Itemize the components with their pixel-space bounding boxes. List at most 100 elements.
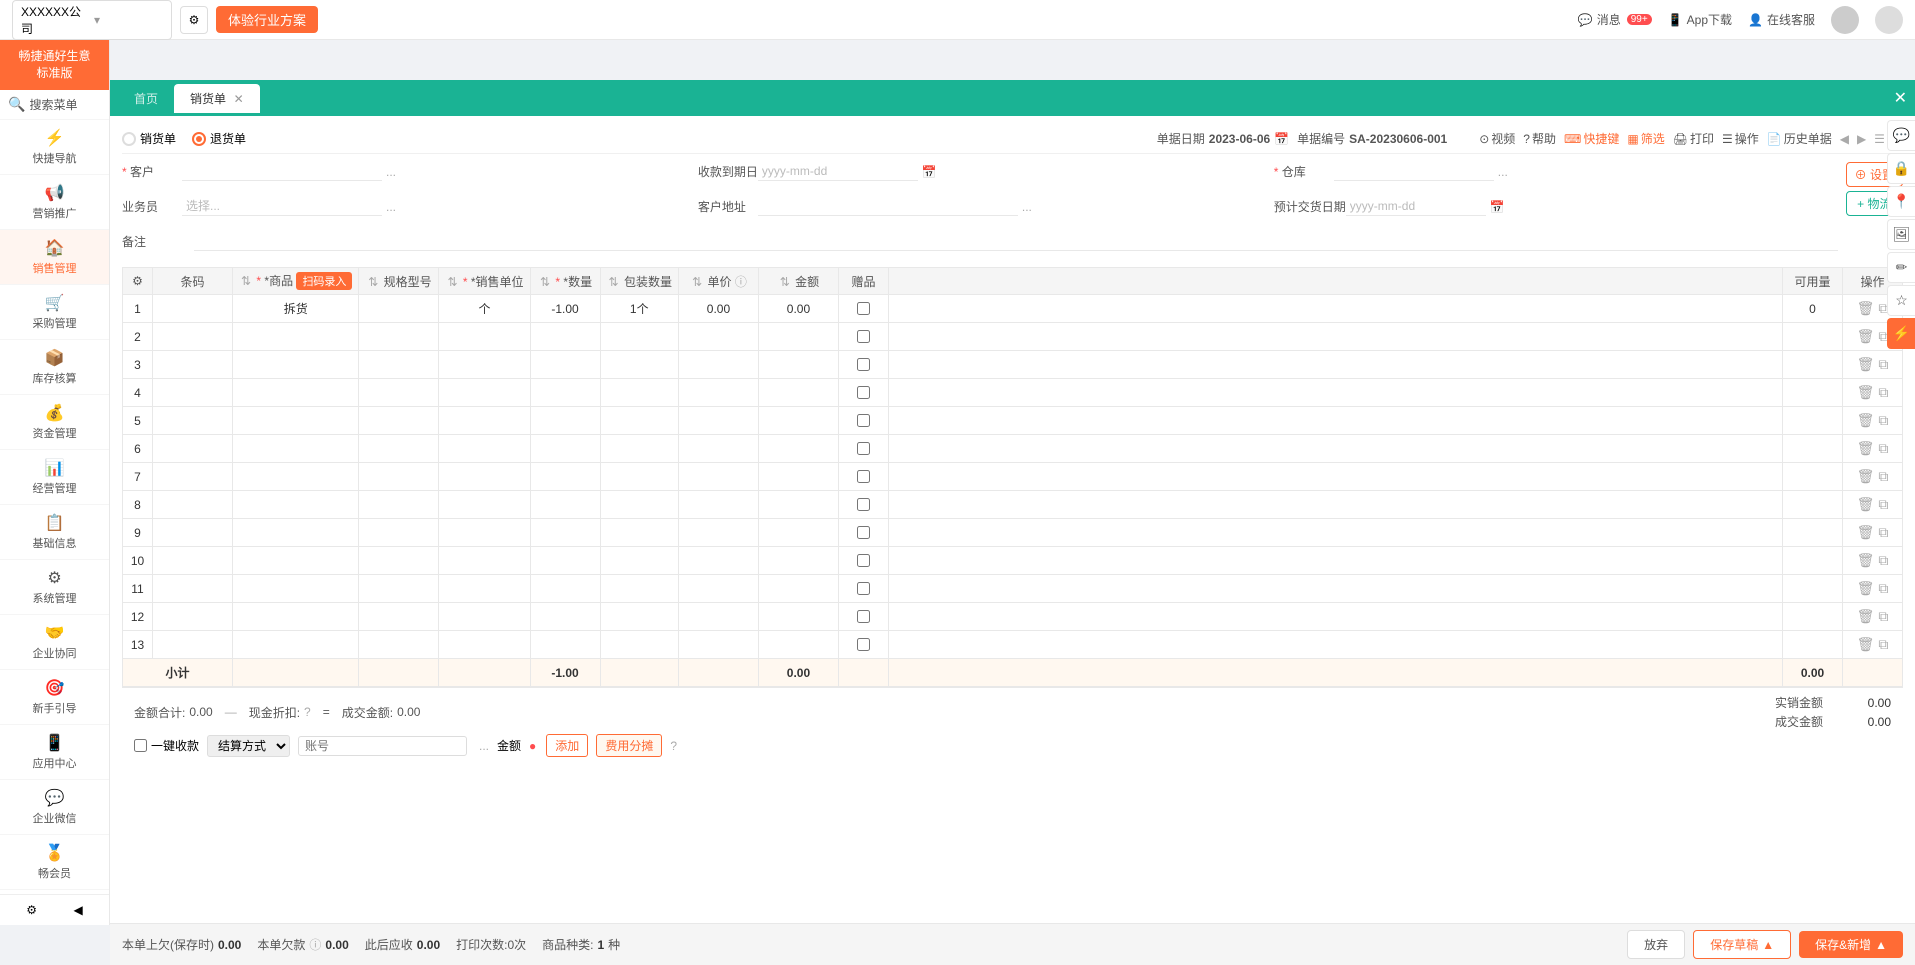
customer-input[interactable] xyxy=(182,162,382,181)
delete-icon[interactable]: 🗑 xyxy=(1857,300,1875,317)
sidebar-item-basic[interactable]: 📋 基础信息 xyxy=(0,505,109,560)
amount-sort-icon[interactable]: ⇅ xyxy=(780,275,790,289)
save-new-button[interactable]: 保存&新增 ▲ xyxy=(1799,931,1903,958)
sidebar-item-sales[interactable]: 🏠 销售管理 xyxy=(0,230,109,285)
delete-icon[interactable]: 🗑 xyxy=(1857,328,1875,345)
warehouse-input[interactable]: 建材仓 xyxy=(1334,162,1494,181)
fee-split-button[interactable]: 费用分摊 xyxy=(596,734,662,757)
question-icon[interactable]: ? xyxy=(304,705,311,719)
one-click-payment-input[interactable] xyxy=(134,739,147,752)
copy-icon[interactable]: ⧉ xyxy=(1878,608,1888,625)
nav-prev-icon[interactable]: ◀ xyxy=(1840,132,1849,146)
sidebar-collapse-icon[interactable]: ◀ xyxy=(74,903,83,917)
scan-button[interactable]: 扫码录入 xyxy=(296,272,352,290)
delete-icon[interactable]: 🗑 xyxy=(1857,412,1875,429)
sidebar-item-inventory[interactable]: 📦 库存核算 xyxy=(0,340,109,395)
company-selector[interactable]: XXXXXX公司 ▾ xyxy=(12,0,172,40)
sidebar-item-operation[interactable]: 📊 经营管理 xyxy=(0,450,109,505)
discard-button[interactable]: 放弃 xyxy=(1627,930,1685,959)
view-list-icon[interactable]: ☰ xyxy=(1874,132,1885,146)
spec-sort-icon[interactable]: ⇅ xyxy=(368,275,378,289)
delete-icon[interactable]: 🗑 xyxy=(1857,552,1875,569)
save-draft-arrow-icon[interactable]: ▲ xyxy=(1762,938,1774,952)
app-download-button[interactable]: 📱 App下载 xyxy=(1668,11,1732,28)
one-click-payment-checkbox[interactable]: 一键收款 xyxy=(134,737,199,754)
right-location-btn[interactable]: 📍 xyxy=(1887,186,1915,217)
payment-method-select[interactable]: 结算方式 xyxy=(207,735,290,757)
row-gift[interactable] xyxy=(838,575,888,603)
copy-icon[interactable]: ⧉ xyxy=(1878,636,1888,653)
delete-icon[interactable]: 🗑 xyxy=(1857,524,1875,541)
radio-sales[interactable]: 销货单 xyxy=(122,130,176,147)
row-price[interactable]: 0.00 xyxy=(678,295,758,323)
shortcut-btn[interactable]: ⌨ 快捷键 xyxy=(1564,130,1619,147)
right-chat-btn[interactable]: 💬 xyxy=(1887,120,1915,151)
right-lock-btn[interactable]: 🔒 xyxy=(1887,153,1915,184)
right-image-btn[interactable]: 🖼 xyxy=(1887,219,1915,250)
delete-icon[interactable]: 🗑 xyxy=(1857,468,1875,485)
tab-sales-order[interactable]: 销货单 ✕ xyxy=(174,84,260,113)
avatar[interactable] xyxy=(1831,6,1859,34)
copy-icon[interactable]: ⧉ xyxy=(1878,580,1888,597)
tab-home[interactable]: 首页 xyxy=(118,84,174,113)
delete-icon[interactable]: 🗑 xyxy=(1857,384,1875,401)
row-spec[interactable] xyxy=(359,295,439,323)
video-btn[interactable]: ⊙ 视频 xyxy=(1479,130,1515,147)
nav-next-icon[interactable]: ▶ xyxy=(1857,132,1866,146)
warehouse-dots-icon[interactable]: ... xyxy=(1498,165,1508,179)
account-dots[interactable]: ... xyxy=(479,739,489,753)
copy-icon[interactable]: ⧉ xyxy=(1878,440,1888,457)
row-gift[interactable] xyxy=(838,295,888,323)
calendar-icon[interactable]: 📅 xyxy=(1274,132,1289,146)
sidebar-item-finance[interactable]: 💰 资金管理 xyxy=(0,395,109,450)
copy-icon[interactable]: ⧉ xyxy=(1878,356,1888,373)
save-new-arrow-icon[interactable]: ▲ xyxy=(1875,938,1887,952)
row-product[interactable]: 拆货 xyxy=(233,295,359,323)
sidebar-item-quick-nav[interactable]: ⚡ 快捷导航 xyxy=(0,120,109,175)
sidebar-settings-icon[interactable]: ⚙ xyxy=(26,903,37,917)
settings-icon[interactable]: ⚙ xyxy=(180,6,208,34)
radio-return[interactable]: 退货单 xyxy=(192,130,246,147)
print-btn[interactable]: 🖨 打印 xyxy=(1673,130,1714,147)
help-btn[interactable]: ? 帮助 xyxy=(1523,130,1556,147)
row-gift[interactable] xyxy=(838,323,888,351)
right-edit-btn[interactable]: ✏ xyxy=(1887,252,1915,283)
avatar-2[interactable] xyxy=(1875,6,1903,34)
sidebar-item-apps[interactable]: 📱 应用中心 xyxy=(0,725,109,780)
sidebar-item-system[interactable]: ⚙ 系统管理 xyxy=(0,560,109,615)
row-gift[interactable] xyxy=(838,519,888,547)
row-gift[interactable] xyxy=(838,603,888,631)
sidebar-item-member[interactable]: 🏅 畅会员 xyxy=(0,835,109,890)
copy-icon[interactable]: ⧉ xyxy=(1878,496,1888,513)
due-date-input[interactable] xyxy=(758,162,918,181)
delete-icon[interactable]: 🗑 xyxy=(1857,356,1875,373)
qty-sort-icon[interactable]: ⇅ xyxy=(540,275,550,289)
trial-button[interactable]: 体验行业方案 xyxy=(216,6,318,33)
row-gift[interactable] xyxy=(838,463,888,491)
row-gift[interactable] xyxy=(838,351,888,379)
salesperson-input[interactable] xyxy=(182,197,382,216)
delete-icon[interactable]: 🗑 xyxy=(1857,580,1875,597)
history-btn[interactable]: 📄 历史单据 xyxy=(1767,130,1832,147)
sidebar-item-wechat[interactable]: 💬 企业微信 xyxy=(0,780,109,835)
row-gift[interactable] xyxy=(838,407,888,435)
fee-help-icon[interactable]: ? xyxy=(670,739,677,753)
customer-dots-icon[interactable]: ... xyxy=(386,165,396,179)
delete-icon[interactable]: 🗑 xyxy=(1857,496,1875,513)
debt-info-icon[interactable]: ⓘ xyxy=(309,936,321,953)
notes-input[interactable] xyxy=(194,232,1838,251)
row-pkg[interactable]: 1个 xyxy=(600,295,678,323)
row-gift[interactable] xyxy=(838,547,888,575)
price-info-icon[interactable]: ⓘ xyxy=(735,275,747,289)
row-gift[interactable] xyxy=(838,631,888,659)
message-button[interactable]: 💬 消息 99+ xyxy=(1578,11,1652,28)
sidebar-item-marketing[interactable]: 📢 营销推广 xyxy=(0,175,109,230)
filter-btn[interactable]: ▦ 筛选 xyxy=(1627,130,1664,147)
right-action-btn[interactable]: ⚡ xyxy=(1887,318,1915,349)
sidebar-item-guide[interactable]: 🎯 新手引导 xyxy=(0,670,109,725)
sidebar-item-purchase[interactable]: 🛒 采购管理 xyxy=(0,285,109,340)
online-service-button[interactable]: 👤 在线客服 xyxy=(1748,11,1815,28)
copy-icon[interactable]: ⧉ xyxy=(1878,384,1888,401)
salesperson-dots-icon[interactable]: ... xyxy=(386,200,396,214)
row-amount[interactable]: 0.00 xyxy=(758,295,838,323)
